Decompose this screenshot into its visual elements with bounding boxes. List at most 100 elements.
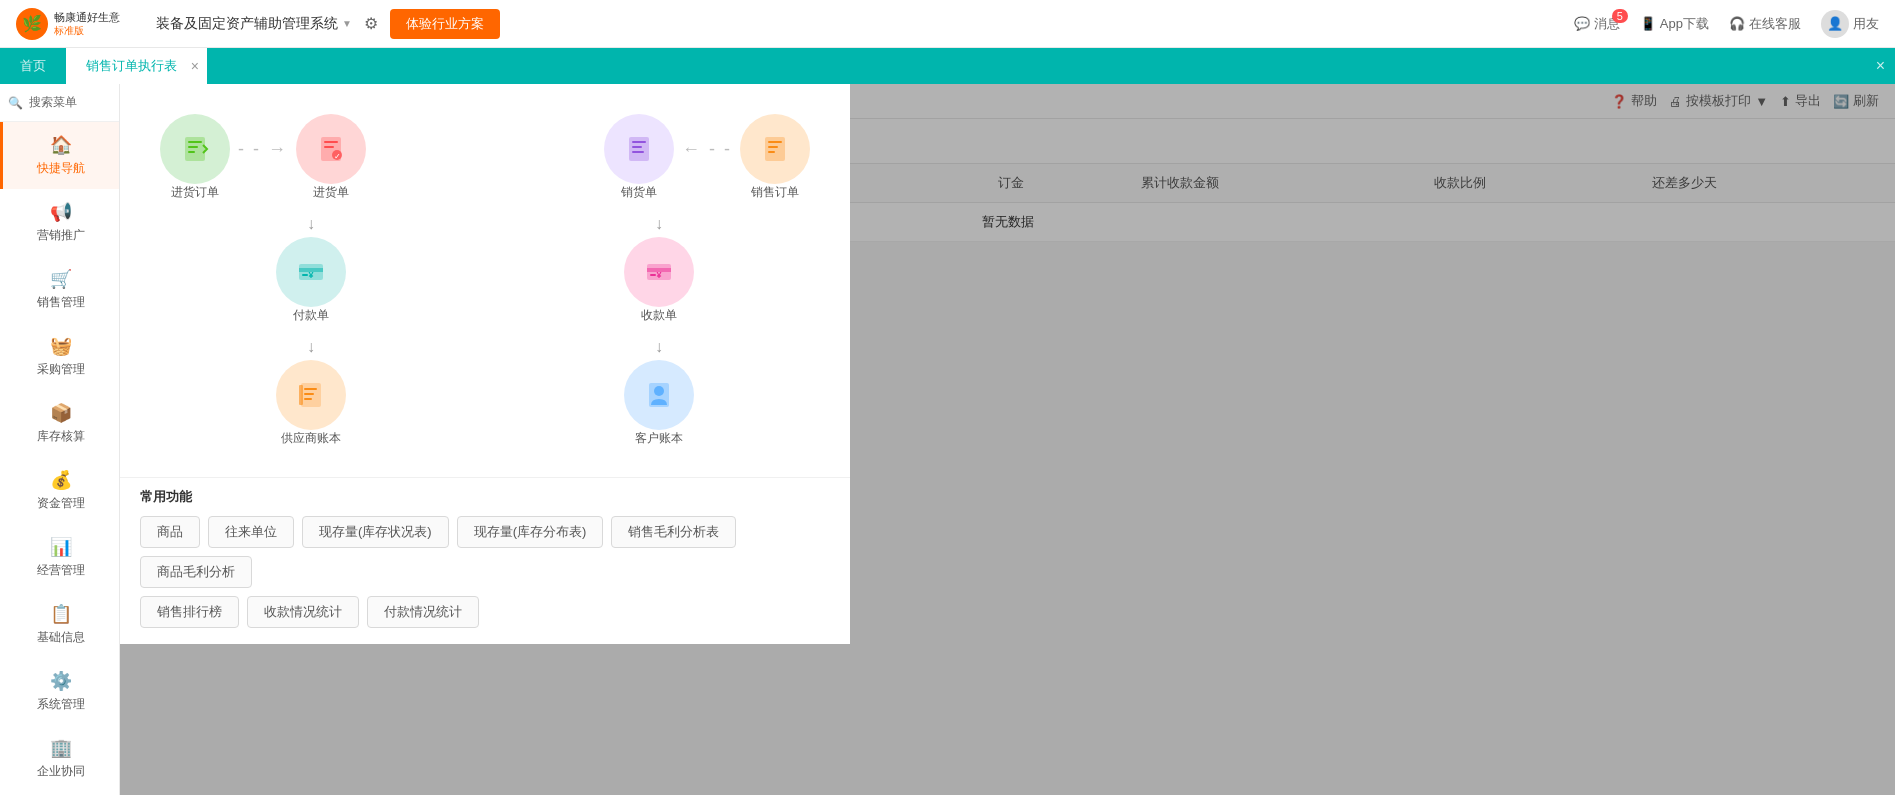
svg-rect-29 [304,398,312,400]
main-layout: 🔍 搜索菜单 🏠 快捷导航 📢 营销推广 🛒 销售管理 🧺 采购管理 📦 库存核… [0,84,1895,795]
sidebar-item-finance[interactable]: 💰 资金管理 [0,457,119,524]
common-section: 常用功能 商品 往来单位 现存量(库存状况表) 现存量(库存分布表) 销售毛利分… [120,477,850,644]
tab-sales-execution[interactable]: 销售订单执行表 × [66,48,207,84]
func-buttons-row1: 商品 往来单位 现存量(库存状况表) 现存量(库存分布表) 销售毛利分析表 商品… [140,516,830,588]
func-btn-inventory-status[interactable]: 现存量(库存状况表) [302,516,449,548]
svg-rect-27 [304,388,317,390]
svg-rect-14 [768,141,782,143]
experience-btn[interactable]: 体验行业方案 [390,9,500,39]
service-icon: 🎧 [1729,16,1745,31]
settings-icon[interactable]: ⚙ [364,14,378,33]
purchase-order-label: 进货订单 [171,184,219,201]
message-btn[interactable]: 💬 消息 5 [1574,15,1620,33]
tab-home[interactable]: 首页 [0,48,66,84]
app-download-btn[interactable]: 📱 App下载 [1640,15,1709,33]
customer-ledger-circle[interactable] [624,360,694,430]
sidebar-item-base-info[interactable]: 📋 基础信息 [0,591,119,658]
marketing-icon: 📢 [50,201,72,223]
svg-rect-13 [765,137,785,161]
flow-section: 进货订单 - - → [120,84,850,477]
svg-rect-19 [302,274,308,276]
svg-rect-11 [632,146,642,148]
sidebar-item-system[interactable]: ⚙️ 系统管理 [0,658,119,725]
func-btn-product[interactable]: 商品 [140,516,200,548]
flow-col-purchase-bill: ✓ 进货单 [296,114,366,201]
system-dropdown-icon[interactable]: ▼ [342,18,352,29]
purchase-icon: 🧺 [50,335,72,357]
base-info-icon: 📋 [50,603,72,625]
tab-close-icon[interactable]: × [191,58,199,74]
func-buttons-row2: 销售排行榜 收款情况统计 付款情况统计 [140,596,830,628]
svg-rect-2 [188,146,198,148]
payment-bill-circle[interactable]: ¥ [276,237,346,307]
sidebar-item-quick-nav[interactable]: 🏠 快捷导航 [0,122,119,189]
sales-order-label: 销售订单 [751,184,799,201]
online-service-btn[interactable]: 🎧 在线客服 [1729,15,1801,33]
supplier-ledger-circle[interactable] [276,360,346,430]
logo-area: 🌿 畅康通好生意 标准版 [16,8,136,40]
user-area[interactable]: 👤 用友 [1821,10,1879,38]
sidebar-item-marketing[interactable]: 📢 营销推广 [0,189,119,256]
finance-icon: 💰 [50,469,72,491]
svg-rect-26 [299,385,303,405]
header-right: 💬 消息 5 📱 App下载 🎧 在线客服 👤 用友 [1574,10,1879,38]
sidebar-item-enterprise[interactable]: 🏢 企业协同 [0,725,119,792]
purchase-order-circle[interactable] [160,114,230,184]
logo-icon: 🌿 [16,8,48,40]
func-btn-product-profit[interactable]: 商品毛利分析 [140,556,252,588]
receipt-bill-circle[interactable]: ¥ [624,237,694,307]
sidebar-item-sales[interactable]: 🛒 销售管理 [0,256,119,323]
download-icon: 📱 [1640,16,1656,31]
search-icon: 🔍 [8,96,23,110]
purchase-bill-circle[interactable]: ✓ [296,114,366,184]
sidebar-item-inventory[interactable]: 📦 库存核算 [0,390,119,457]
receipt-down-arrow: ↓ [655,338,663,356]
inventory-icon: 📦 [50,402,72,424]
sales-bill-label: 销货单 [621,184,657,201]
sales-icon: 🛒 [50,268,72,290]
customer-ledger-label: 客户账本 [635,430,683,447]
operations-icon: 📊 [50,536,72,558]
sidebar-item-purchase[interactable]: 🧺 采购管理 [0,323,119,390]
message-icon: 💬 [1574,16,1590,31]
payment-down-arrow: ↓ [307,338,315,356]
flow-col-supplier-ledger: 供应商账本 [276,360,346,447]
user-avatar: 👤 [1821,10,1849,38]
func-btn-inventory-dist[interactable]: 现存量(库存分布表) [457,516,604,548]
svg-rect-9 [629,137,649,161]
search-menu-btn[interactable]: 🔍 搜索菜单 [0,84,119,122]
quick-nav-panel: 进货订单 - - → [120,84,850,644]
receipt-bill-label: 收款单 [641,307,677,324]
purchase-bill-label: 进货单 [313,184,349,201]
svg-text:¥: ¥ [656,270,661,280]
flow-col-customer-ledger: 客户账本 [624,360,694,447]
svg-rect-6 [324,146,334,148]
logo-text: 畅康通好生意 标准版 [54,10,120,37]
flow-col-payment-bill: ¥ 付款单 [276,237,346,324]
func-btn-counterpart[interactable]: 往来单位 [208,516,294,548]
tabs-close-all[interactable]: × [1876,57,1885,75]
sidebar-item-operations[interactable]: 📊 经营管理 [0,524,119,591]
svg-text:✓: ✓ [334,152,341,161]
sales-order-circle[interactable] [740,114,810,184]
func-btn-sales-rank[interactable]: 销售排行榜 [140,596,239,628]
svg-rect-5 [324,141,338,143]
func-btn-receipt-stats[interactable]: 收款情况统计 [247,596,359,628]
func-btn-payment-stats[interactable]: 付款情况统计 [367,596,479,628]
common-functions-title: 常用功能 [140,488,830,506]
purchase-down-arrow: ↓ [307,215,315,233]
svg-rect-23 [650,274,656,276]
message-badge: 5 [1612,9,1628,23]
svg-rect-15 [768,146,778,148]
svg-rect-12 [632,151,644,153]
func-btn-sales-profit[interactable]: 销售毛利分析表 [611,516,736,548]
svg-rect-3 [188,151,195,153]
sales-down-arrow: ↓ [655,215,663,233]
svg-rect-1 [188,141,202,143]
modal-overlay: 进货订单 - - → [120,84,1895,795]
nav-tabs: 首页 销售订单执行表 × × [0,48,1895,84]
sales-bill-circle[interactable] [604,114,674,184]
svg-rect-0 [185,137,205,161]
system-title: 装备及固定资产辅助管理系统 [156,15,338,33]
supplier-ledger-label: 供应商账本 [281,430,341,447]
